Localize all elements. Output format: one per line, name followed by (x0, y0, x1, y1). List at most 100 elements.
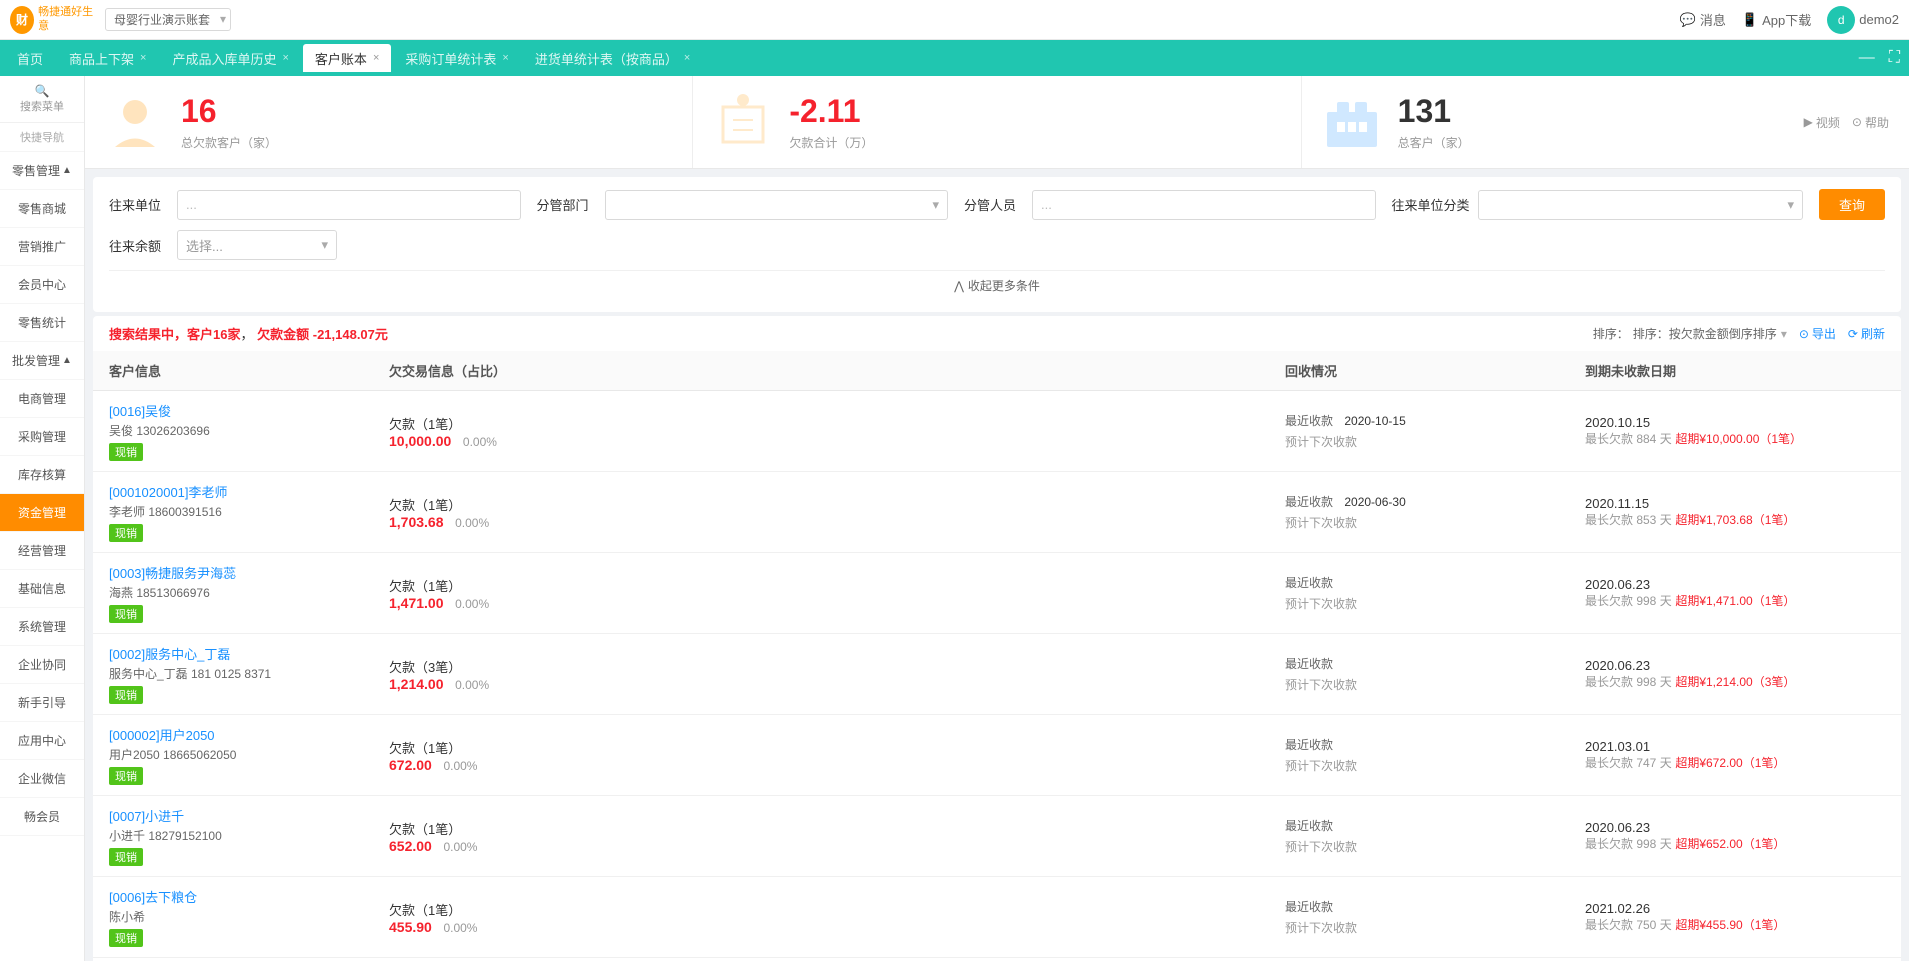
overdue-amount-4[interactable]: 超期¥672.00（1笔） (1675, 756, 1785, 770)
customer-name-1[interactable]: [0001020001]李老师 (109, 482, 389, 501)
message-btn[interactable]: 💬 消息 (1680, 10, 1726, 29)
overdue-amount-3[interactable]: 超期¥1,214.00（3笔） (1675, 675, 1795, 689)
debt-amount-0[interactable]: 10,000.00 (389, 433, 451, 449)
sidebar-item-wholesale-mgmt[interactable]: 批发管理 ▲ (0, 342, 84, 380)
person-input[interactable]: ... (1032, 190, 1376, 220)
tab-home[interactable]: 首页 (5, 44, 55, 72)
table-row: [0002]服务中心_丁磊 服务中心_丁磊 181 0125 8371 现销 欠… (93, 634, 1901, 715)
tab-close-customer[interactable]: × (373, 52, 379, 64)
video-btn[interactable]: ▶ 视频 (1804, 114, 1840, 131)
sidebar-item-retail-mgmt[interactable]: 零售管理 ▲ (0, 152, 84, 190)
table-row: [0007]小进千 小进千 18279152100 现销 欠款（1笔） 652.… (93, 796, 1901, 877)
due-cell-6: 2021.02.26 最长欠款 750 天 超期¥455.90（1笔） (1585, 901, 1885, 933)
sidebar-item-purchase[interactable]: 采购管理 (0, 418, 84, 456)
debt-cell-1: 欠款（1笔） 1,703.68 0.00% (389, 495, 1285, 530)
filter-row-2: 往来余额 选择... ▾ (109, 230, 1885, 260)
customer-name-0[interactable]: [0016]吴俊 (109, 401, 389, 420)
app-download-btn[interactable]: 📱 App下载 (1742, 10, 1811, 29)
sidebar-search[interactable]: 🔍 搜索菜单 (0, 76, 84, 123)
due-date-0: 2020.10.15 (1585, 415, 1885, 430)
dept-select[interactable]: ▾ (605, 190, 949, 220)
sidebar-item-retail-stats[interactable]: 零售统计 (0, 304, 84, 342)
overdue-amount-1[interactable]: 超期¥1,703.68（1笔） (1675, 513, 1795, 527)
next-collect-4: 预计下次收款 (1285, 757, 1585, 774)
debt-amount-2[interactable]: 1,471.00 (389, 595, 444, 611)
sort-btn[interactable]: 排序： 排序：按欠款金额倒序排序 ▾ (1593, 325, 1787, 342)
customer-name-4[interactable]: [000002]用户2050 (109, 725, 389, 744)
due-date-5: 2020.06.23 (1585, 820, 1885, 835)
sidebar-item-operation[interactable]: 经营管理 (0, 532, 84, 570)
balance-select[interactable]: 选择... ▾ (177, 230, 337, 260)
overdue-amount-5[interactable]: 超期¥652.00（1笔） (1675, 837, 1785, 851)
chevron-down-icon: ▾ (932, 197, 939, 213)
recover-info-0: 最近收款 2020-10-15 (1285, 412, 1585, 429)
source-unit-input[interactable]: ... (177, 190, 521, 220)
refresh-btn[interactable]: ⟳ 刷新 (1848, 325, 1885, 342)
debt-amount-1[interactable]: 1,703.68 (389, 514, 444, 530)
sidebar-item-member[interactable]: 畅会员 (0, 798, 84, 836)
tab-production[interactable]: 产成品入库单历史 × (160, 44, 300, 72)
logo-text: 畅捷通好生意 (38, 6, 95, 32)
maximize-btn[interactable]: ⛶ (1885, 49, 1904, 67)
due-date-2: 2020.06.23 (1585, 577, 1885, 592)
sidebar-search-label: 搜索菜单 (6, 98, 78, 114)
table-row: [0016]吴俊 吴俊 13026203696 现销 欠款（1笔） 10,000… (93, 391, 1901, 472)
unit-type-select[interactable]: ▾ (1478, 190, 1803, 220)
sidebar-item-member-center[interactable]: 会员中心 (0, 266, 84, 304)
table-row: [000002]用户2050 用户2050 18665062050 现销 欠款（… (93, 715, 1901, 796)
debt-amount-label: 欠款合计（万） (789, 134, 873, 151)
customer-name-6[interactable]: [0006]去下粮仓 (109, 887, 389, 906)
stat-total-customers: 131 总客户（家） ▶ 视频 ⊙ 帮助 (1302, 76, 1909, 168)
help-btn[interactable]: ⊙ 帮助 (1852, 114, 1889, 131)
search-button[interactable]: 查询 (1819, 189, 1885, 220)
due-cell-4: 2021.03.01 最长欠款 747 天 超期¥672.00（1笔） (1585, 739, 1885, 771)
user-avatar[interactable]: d demo2 (1827, 6, 1899, 34)
debt-customers-icon (105, 92, 165, 152)
tab-close-stock[interactable]: × (684, 52, 690, 64)
debt-amount-4[interactable]: 672.00 (389, 757, 432, 773)
due-cell-1: 2020.11.15 最长欠款 853 天 超期¥1,703.68（1笔） (1585, 496, 1885, 528)
sidebar-item-basic-info[interactable]: 基础信息 (0, 570, 84, 608)
logo-icon: 财 (10, 6, 34, 34)
customer-name-3[interactable]: [0002]服务中心_丁磊 (109, 644, 389, 663)
sidebar-item-ecommerce[interactable]: 电商管理 (0, 380, 84, 418)
recover-cell-0: 最近收款 2020-10-15 预计下次收款 (1285, 412, 1585, 450)
overdue-amount-6[interactable]: 超期¥455.90（1笔） (1675, 918, 1785, 932)
person-label: 分管人员 (964, 195, 1024, 214)
next-collect-2: 预计下次收款 (1285, 595, 1585, 612)
sidebar-item-system[interactable]: 系统管理 (0, 608, 84, 646)
sidebar-item-newguide[interactable]: 新手引导 (0, 684, 84, 722)
sidebar-item-appcenter[interactable]: 应用中心 (0, 722, 84, 760)
tab-close-purchase[interactable]: × (502, 52, 508, 64)
tab-purchase-order[interactable]: 采购订单统计表 × (393, 44, 520, 72)
overdue-amount-2[interactable]: 超期¥1,471.00（1笔） (1675, 594, 1795, 608)
sidebar-item-stock[interactable]: 库存核算 (0, 456, 84, 494)
sidebar-item-retail-mall[interactable]: 零售商城 (0, 190, 84, 228)
chevron-icon: ▲ (62, 165, 72, 176)
debt-amount-5[interactable]: 652.00 (389, 838, 432, 854)
collapse-btn[interactable]: ⋀ 收起更多条件 (109, 270, 1885, 300)
customer-name-5[interactable]: [0007]小进千 (109, 806, 389, 825)
export-btn[interactable]: ⊙ 导出 (1799, 325, 1836, 342)
tab-customer-account[interactable]: 客户账本 × (303, 44, 391, 72)
debt-count-0: 欠款（1笔） (389, 414, 1285, 433)
overdue-amount-0[interactable]: 超期¥10,000.00（1笔） (1675, 432, 1802, 446)
tab-goods[interactable]: 商品上下架 × (57, 44, 158, 72)
sidebar-item-collab[interactable]: 企业协同 (0, 646, 84, 684)
table-container: 客户信息 欠交易信息（占比） 回收情况 到期未收款日期 [0016]吴俊 吴俊 … (93, 351, 1901, 961)
minimize-btn[interactable]: — (1855, 49, 1879, 67)
sidebar-item-marketing[interactable]: 营销推广 (0, 228, 84, 266)
col-due-date: 到期未收款日期 (1585, 361, 1885, 380)
debt-amount-3[interactable]: 1,214.00 (389, 676, 444, 692)
customer-tag-4: 现销 (109, 767, 143, 785)
debt-amount-6[interactable]: 455.90 (389, 919, 432, 935)
tab-stock-stats[interactable]: 进货单统计表（按商品） × (523, 44, 702, 72)
tab-close-goods[interactable]: × (140, 52, 146, 64)
tab-close-production[interactable]: × (282, 52, 288, 64)
sidebar-item-wxwork[interactable]: 企业微信 (0, 760, 84, 798)
customer-tag-2: 现销 (109, 605, 143, 623)
sidebar-item-finance[interactable]: 资金管理 (0, 494, 84, 532)
customer-name-2[interactable]: [0003]畅捷服务尹海蕊 (109, 563, 389, 582)
industry-selector[interactable]: 母婴行业演示账套 ▾ (105, 8, 231, 31)
due-cell-5: 2020.06.23 最长欠款 998 天 超期¥652.00（1笔） (1585, 820, 1885, 852)
